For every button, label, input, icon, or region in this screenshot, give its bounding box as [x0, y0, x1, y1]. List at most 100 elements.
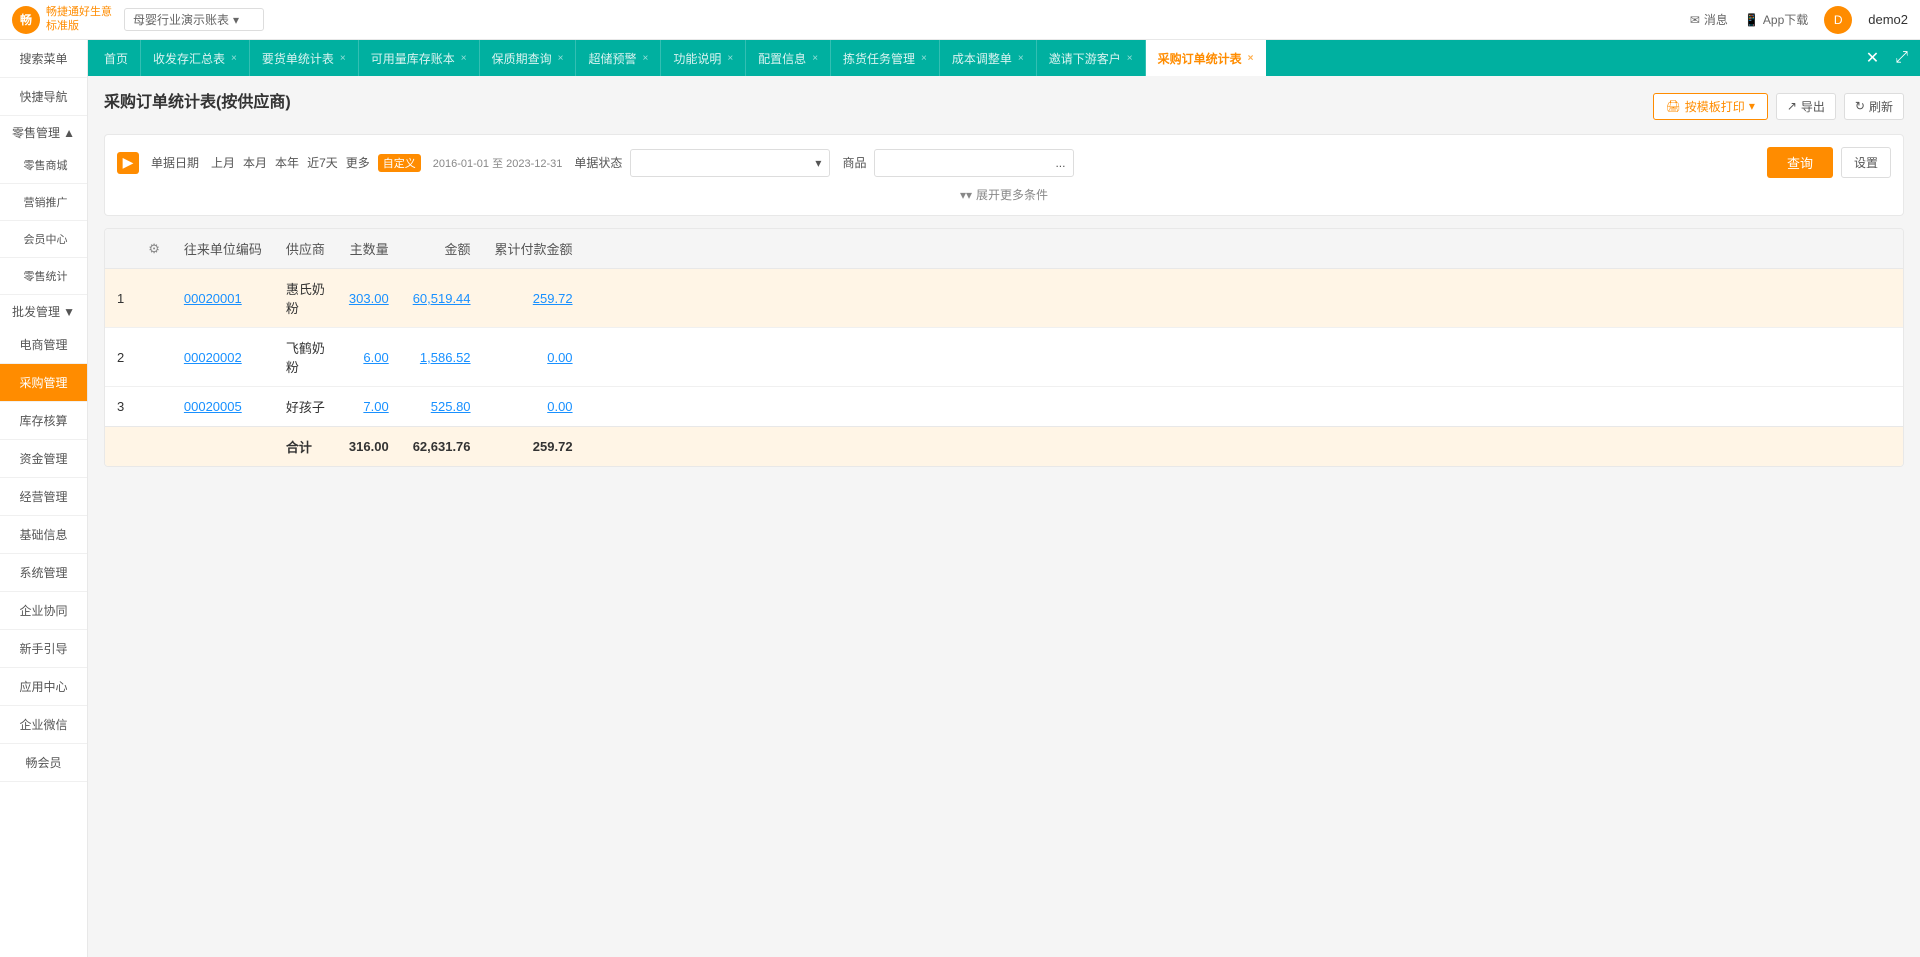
sidebar-item-quicknav[interactable]: 快捷导航 — [0, 78, 87, 116]
tab-avail-inventory[interactable]: 可用量库存账本 × — [359, 40, 480, 76]
data-table: ⚙ 往来单位编码 供应商 主数量 金额 累计付款金额 1 — [105, 229, 1903, 466]
amount-link-3[interactable]: 525.80 — [431, 399, 471, 414]
col-header-qty: 主数量 — [337, 229, 401, 269]
tab-close-icon[interactable]: × — [558, 53, 564, 64]
print-button[interactable]: 🖨 按模板打印 ▾ — [1653, 93, 1768, 120]
message-button[interactable]: ✉ 消息 — [1690, 11, 1728, 28]
tab-home[interactable]: 首页 — [92, 40, 141, 76]
row-amount-2: 1,586.52 — [401, 328, 483, 387]
sidebar-item-member[interactable]: 会员中心 — [0, 221, 87, 258]
tab-maximize-icon[interactable]: ⤢ — [1891, 47, 1912, 69]
tab-cost-adjust[interactable]: 成本调整单 × — [940, 40, 1037, 76]
sidebar-item-newguide[interactable]: 新手引导 — [0, 630, 87, 668]
export-button[interactable]: ↗ 导出 — [1776, 93, 1836, 120]
tab-close-icon[interactable]: × — [727, 53, 733, 64]
tab-receive-send[interactable]: 收发存汇总表 × — [141, 40, 250, 76]
tab-close-icon[interactable]: × — [921, 53, 927, 64]
tab-goods-stat[interactable]: 要货单统计表 × — [250, 40, 359, 76]
tab-close-icon[interactable]: × — [340, 53, 346, 64]
query-button[interactable]: 查询 — [1767, 147, 1833, 178]
amount-link-1[interactable]: 60,519.44 — [413, 291, 471, 306]
custom-date-badge[interactable]: 自定义 — [378, 154, 421, 172]
print-chevron-icon: ▾ — [1749, 99, 1755, 113]
col-settings-icon[interactable]: ⚙ — [148, 241, 160, 256]
sidebar-item-retail-shop[interactable]: 零售商城 — [0, 147, 87, 184]
sidebar-item-retail-stat[interactable]: 零售统计 — [0, 258, 87, 295]
code-link-3[interactable]: 00020005 — [184, 399, 242, 414]
sidebar-item-inventory[interactable]: 库存核算 — [0, 402, 87, 440]
sidebar-item-appcenter[interactable]: 应用中心 — [0, 668, 87, 706]
settings-button[interactable]: 设置 — [1841, 147, 1891, 178]
row-supplier-3: 好孩子 — [274, 387, 337, 427]
goods-input[interactable]: ... — [874, 149, 1074, 177]
tab-invite-downstream[interactable]: 邀请下游客户 × — [1037, 40, 1146, 76]
tab-close-icon[interactable]: × — [642, 53, 648, 64]
sidebar-item-system[interactable]: 系统管理 — [0, 554, 87, 592]
status-select[interactable]: ▾ — [630, 149, 830, 177]
tab-close-icon[interactable]: × — [461, 53, 467, 64]
print-icon: 🖨 — [1666, 99, 1681, 113]
sidebar-item-vip[interactable]: 畅会员 — [0, 744, 87, 782]
tab-close-icon[interactable]: × — [1248, 53, 1254, 64]
sidebar-item-purchase[interactable]: 采购管理 — [0, 364, 87, 402]
sidebar-item-operation[interactable]: 经营管理 — [0, 478, 87, 516]
row-amount-1: 60,519.44 — [401, 269, 483, 328]
paid-link-3[interactable]: 0.00 — [547, 399, 572, 414]
sidebar-item-wholesale[interactable]: 批发管理 ▼ — [0, 295, 87, 326]
row-qty-2: 6.00 — [337, 328, 401, 387]
code-link-1[interactable]: 00020001 — [184, 291, 242, 306]
tab-funcdesc[interactable]: 功能说明 × — [661, 40, 746, 76]
code-link-2[interactable]: 00020002 — [184, 350, 242, 365]
filter-toggle-button[interactable]: ▶ — [117, 152, 139, 174]
sidebar-item-enterprise[interactable]: 企业协同 — [0, 592, 87, 630]
row-idx-3: 3 — [105, 387, 136, 427]
date-shortcut-more[interactable]: 更多 — [346, 154, 370, 171]
sidebar-item-wechat[interactable]: 企业微信 — [0, 706, 87, 744]
filter-area: ▶ 单据日期 上月 本月 本年 近7天 更多 自定义 2016-01-01 至 … — [104, 134, 1904, 216]
row-settings-3 — [136, 387, 172, 427]
row-qty-1: 303.00 — [337, 269, 401, 328]
sidebar-item-finance[interactable]: 资金管理 — [0, 440, 87, 478]
tab-purchase-stat[interactable]: 采购订单统计表 × — [1146, 40, 1267, 76]
sidebar-item-retail[interactable]: 零售管理 ▲ — [0, 116, 87, 147]
sidebar-item-ecommerce[interactable]: 电商管理 — [0, 326, 87, 364]
footer-supplier: 合计 — [274, 427, 337, 467]
paid-link-1[interactable]: 259.72 — [533, 291, 573, 306]
row-idx-1: 1 — [105, 269, 136, 328]
app-icon: 📱 — [1744, 13, 1759, 27]
sidebar-item-marketing[interactable]: 营销推广 — [0, 184, 87, 221]
col-header-paid: 累计付款金额 — [483, 229, 585, 269]
tab-pick-task[interactable]: 拣货任务管理 × — [831, 40, 940, 76]
date-shortcut-thismonth[interactable]: 本月 — [243, 154, 267, 171]
app-download-button[interactable]: 📱 App下载 — [1744, 11, 1808, 28]
footer-amount: 62,631.76 — [401, 427, 483, 467]
chevron-up-icon: ▲ — [63, 126, 75, 140]
qty-link-3[interactable]: 7.00 — [363, 399, 388, 414]
date-shortcut-thisyear[interactable]: 本年 — [275, 154, 299, 171]
tab-close-icon[interactable]: × — [231, 53, 237, 64]
refresh-button[interactable]: ↻ 刷新 — [1844, 93, 1904, 120]
row-amount-3: 525.80 — [401, 387, 483, 427]
expand-more-button[interactable]: ▾▾ 展开更多条件 — [960, 186, 1048, 203]
tab-config[interactable]: 配置信息 × — [746, 40, 831, 76]
amount-link-2[interactable]: 1,586.52 — [420, 350, 471, 365]
paid-link-2[interactable]: 0.00 — [547, 350, 572, 365]
qty-link-1[interactable]: 303.00 — [349, 291, 389, 306]
col-header-idx — [105, 229, 136, 269]
tab-close-icon[interactable]: × — [1018, 53, 1024, 64]
qty-link-2[interactable]: 6.00 — [363, 350, 388, 365]
sidebar-item-search[interactable]: 搜索菜单 — [0, 40, 87, 78]
row-paid-2: 0.00 — [483, 328, 585, 387]
tab-overstock[interactable]: 超储预警 × — [576, 40, 661, 76]
date-shortcut-lastmonth[interactable]: 上月 — [211, 154, 235, 171]
date-shortcut-7days[interactable]: 近7天 — [307, 154, 338, 171]
workspace-selector[interactable]: 母婴行业演示账表 ▾ — [124, 8, 264, 31]
tab-warranty[interactable]: 保质期查询 × — [480, 40, 577, 76]
sidebar-item-basic[interactable]: 基础信息 — [0, 516, 87, 554]
avatar: D — [1824, 6, 1852, 34]
refresh-icon: ↻ — [1855, 99, 1865, 113]
goods-more-icon: ... — [1055, 156, 1065, 170]
tab-close-icon[interactable]: × — [1127, 53, 1133, 64]
tab-close-all-icon[interactable]: ✕ — [1862, 46, 1883, 70]
tab-close-icon[interactable]: × — [812, 53, 818, 64]
